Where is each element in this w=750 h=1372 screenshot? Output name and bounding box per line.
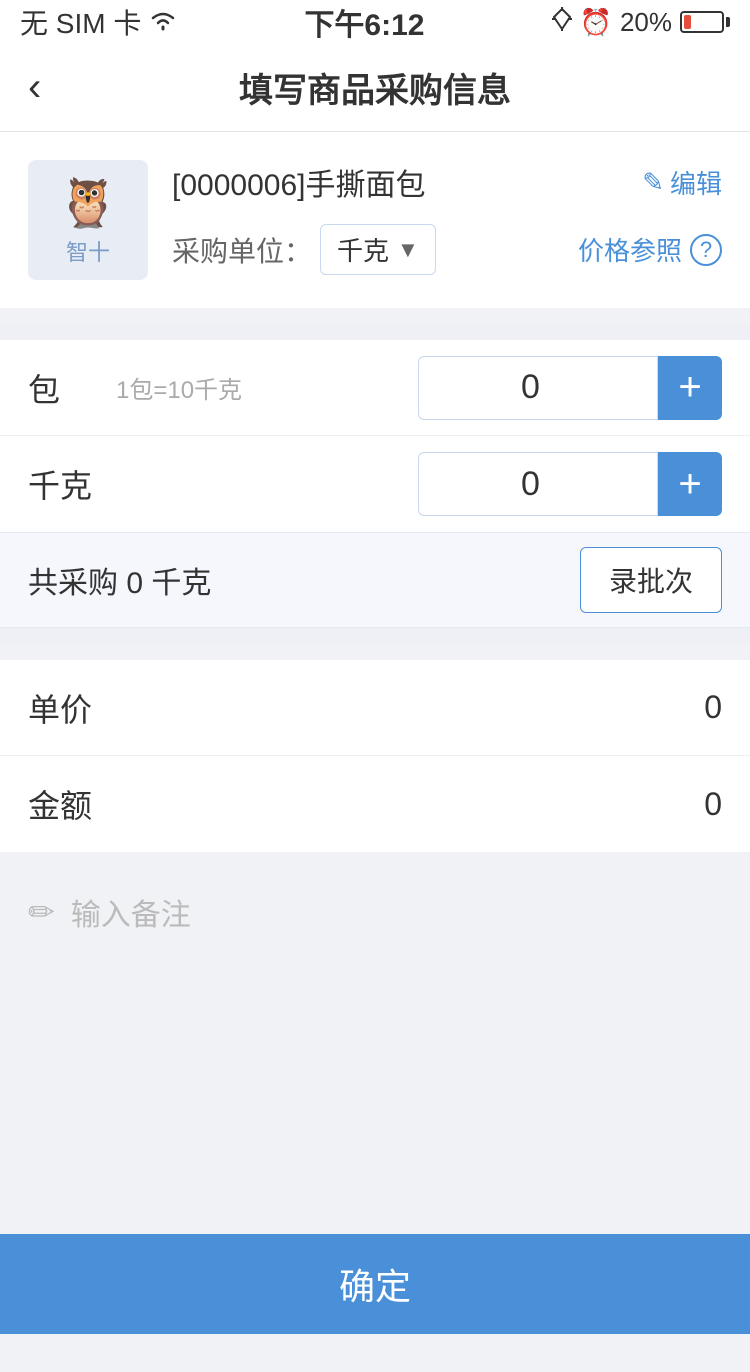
unit-price-row: 单价 0: [0, 660, 750, 756]
back-button[interactable]: ‹: [28, 65, 41, 110]
summary-row: 共采购 0 千克 录批次: [0, 532, 750, 628]
bag-input[interactable]: [418, 356, 658, 420]
bag-input-wrap: +: [418, 356, 722, 420]
bag-sublabel: 1包=10千克: [116, 370, 418, 405]
product-thumb-owl: 🦉: [58, 174, 118, 231]
pencil-icon: ✏: [28, 893, 55, 931]
bag-label: 包: [28, 365, 108, 411]
status-bar: 无 SIM 卡 下午6:12 ⏰ 20%: [0, 0, 750, 44]
confirm-button[interactable]: 确定: [0, 1234, 750, 1334]
price-ref-button[interactable]: 价格参照 ?: [578, 231, 722, 268]
amount-label: 金额: [28, 781, 92, 827]
product-info: [0000006]手撕面包 ✎ 编辑 采购单位： 千克 ▼ 价格参照 ?: [172, 160, 722, 275]
kg-input-row: 千克 +: [0, 436, 750, 532]
edit-button[interactable]: ✎ 编辑: [642, 164, 722, 201]
product-card: 🦉 智十 [0000006]手撕面包 ✎ 编辑 采购单位： 千克 ▼: [0, 132, 750, 308]
product-name-row: [0000006]手撕面包 ✎ 编辑: [172, 160, 722, 204]
price-info-section: 单价 0 金额 0: [0, 660, 750, 852]
price-ref-label: 价格参照: [578, 231, 682, 268]
input-section: 包 1包=10千克 + 千克 +: [0, 340, 750, 532]
unit-price-label: 单价: [28, 685, 92, 731]
bag-plus-button[interactable]: +: [658, 356, 722, 420]
edit-label: 编辑: [670, 164, 722, 201]
status-time: 下午6:12: [304, 0, 424, 44]
edit-icon: ✎: [642, 167, 664, 198]
amount-row: 金额 0: [0, 756, 750, 852]
kg-input[interactable]: [418, 452, 658, 516]
unit-select[interactable]: 千克 ▼: [320, 224, 436, 275]
bag-input-row: 包 1包=10千克 +: [0, 340, 750, 436]
unit-value: 千克: [337, 231, 389, 268]
remark-section[interactable]: ✏ 输入备注: [0, 852, 750, 972]
battery-icon: [680, 11, 730, 33]
product-thumb-label: 智十: [66, 235, 110, 267]
wifi-icon: [149, 6, 177, 38]
amount-value: 0: [704, 786, 722, 823]
separator-2: [0, 628, 750, 644]
alarm-icon: ⏰: [580, 7, 612, 38]
remark-placeholder: 输入备注: [71, 890, 191, 934]
unit-label: 采购单位：: [172, 230, 312, 270]
unit-dropdown-arrow: ▼: [397, 237, 419, 263]
battery-percent: 20%: [620, 7, 672, 38]
status-left: 无 SIM 卡: [20, 2, 177, 42]
separator-1: [0, 324, 750, 340]
location-icon: [552, 7, 572, 38]
sim-label: 无 SIM 卡: [20, 2, 141, 42]
nav-bar: ‹ 填写商品采购信息: [0, 44, 750, 132]
kg-label: 千克: [28, 461, 108, 507]
kg-plus-button[interactable]: +: [658, 452, 722, 516]
summary-text: 共采购 0 千克: [28, 558, 211, 602]
product-name: [0000006]手撕面包: [172, 160, 425, 204]
status-right: ⏰ 20%: [552, 7, 730, 38]
empty-space: [0, 972, 750, 1272]
product-thumbnail: 🦉 智十: [28, 160, 148, 280]
page-title: 填写商品采购信息: [239, 63, 511, 112]
unit-row: 采购单位： 千克 ▼ 价格参照 ?: [172, 224, 722, 275]
price-ref-help-icon[interactable]: ?: [690, 234, 722, 266]
batch-button[interactable]: 录批次: [580, 547, 722, 613]
kg-input-wrap: +: [418, 452, 722, 516]
unit-price-value: 0: [704, 689, 722, 726]
